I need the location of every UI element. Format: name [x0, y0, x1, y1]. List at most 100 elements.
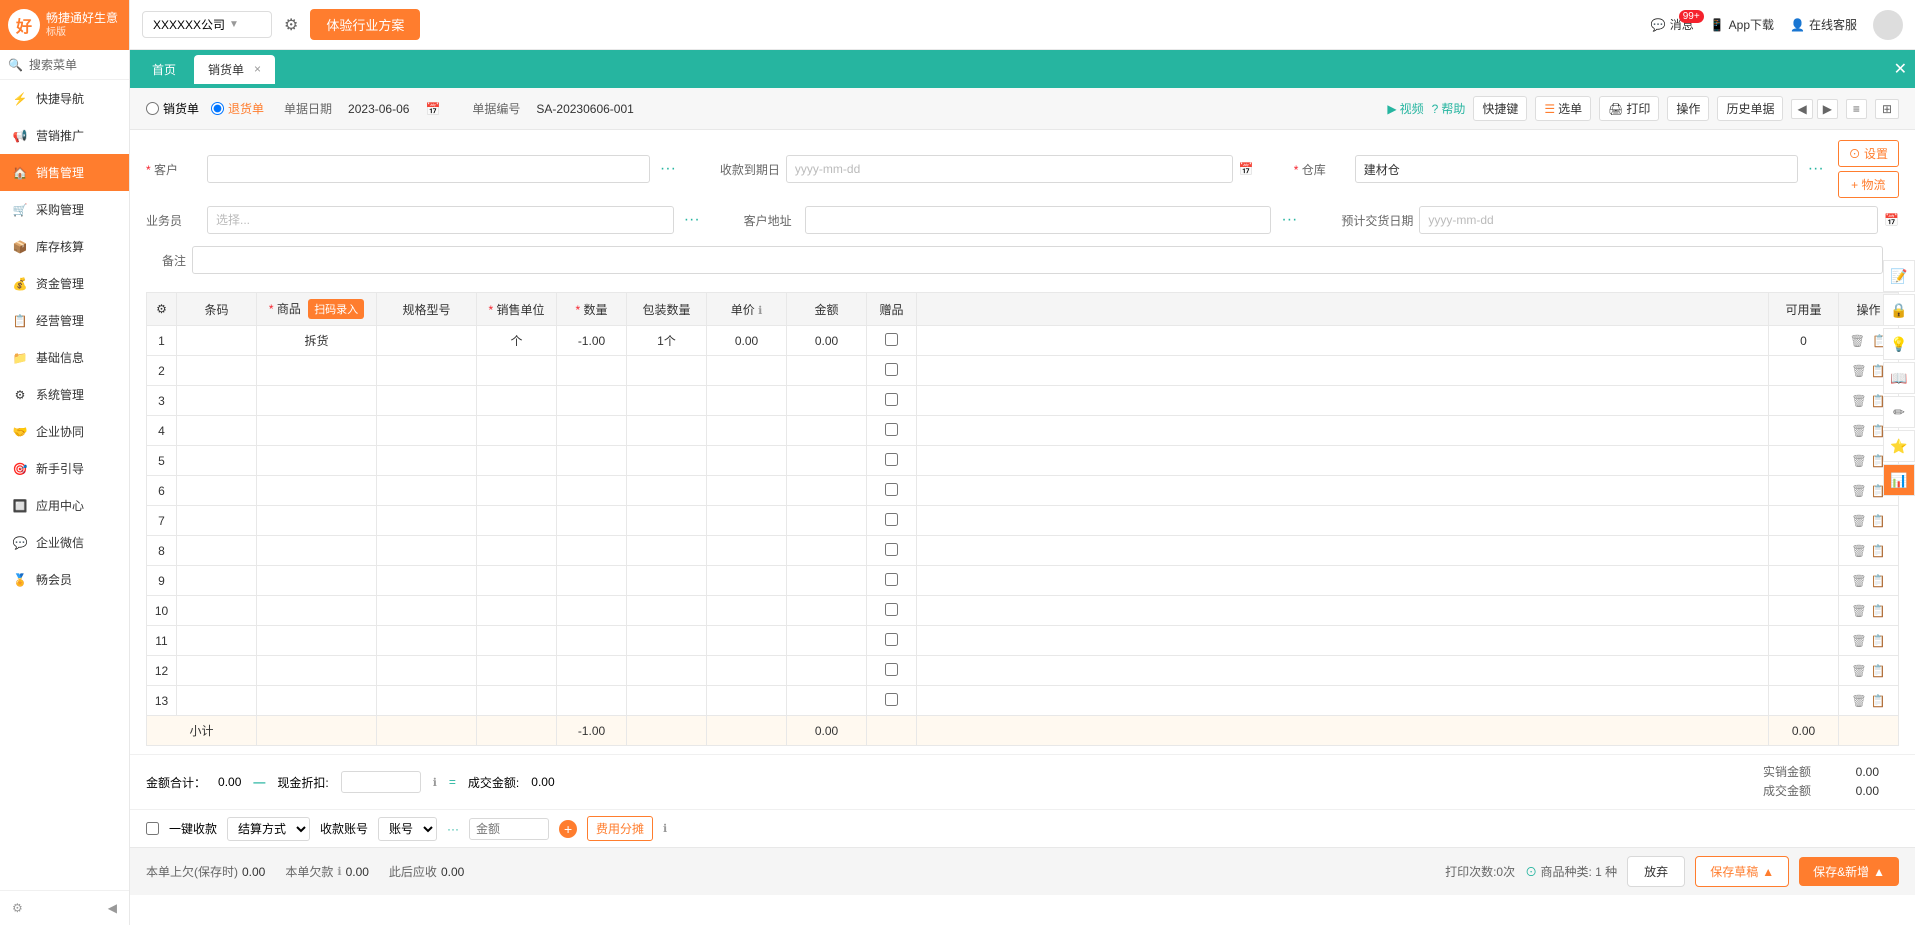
- float-icon-5[interactable]: ✏: [1883, 396, 1915, 428]
- delete-icon-3[interactable]: 🗑: [1851, 394, 1866, 408]
- delete-icon-1[interactable]: 🗑: [1850, 334, 1865, 348]
- sidebar-item-inventory[interactable]: 📦 库存核算: [0, 228, 129, 265]
- gift-checkbox-8[interactable]: [885, 543, 898, 556]
- gift-checkbox-7[interactable]: [885, 513, 898, 526]
- radio-sale-order[interactable]: 销货单: [146, 100, 199, 117]
- float-icon-4[interactable]: 📖: [1883, 362, 1915, 394]
- row-qty-1[interactable]: -1.00: [557, 326, 627, 356]
- float-icon-1[interactable]: 📝: [1883, 260, 1915, 292]
- sidebar-item-member[interactable]: 🏅 畅会员: [0, 561, 129, 598]
- prev-arrow[interactable]: ◀: [1791, 99, 1812, 119]
- salesperson-input[interactable]: [207, 206, 674, 234]
- expected-date-cal-icon[interactable]: 📅: [1884, 213, 1899, 227]
- one-click-checkbox[interactable]: [146, 822, 159, 835]
- delete-icon-4[interactable]: 🗑: [1851, 424, 1866, 438]
- radio-return-order[interactable]: 退货单: [211, 100, 264, 117]
- next-arrow[interactable]: ▶: [1817, 99, 1838, 119]
- save-draft-chevron[interactable]: ▲: [1762, 865, 1774, 879]
- expense-btn[interactable]: 费用分摊: [587, 816, 653, 841]
- expected-date-input[interactable]: [1419, 206, 1878, 234]
- sidebar-item-quick-nav[interactable]: ⚡ 快捷导航: [0, 80, 129, 117]
- row-spec-1[interactable]: [377, 326, 477, 356]
- row-gift-1[interactable]: [867, 326, 917, 356]
- tab-home[interactable]: 首页: [138, 55, 190, 84]
- copy-icon-10[interactable]: 📋: [1871, 604, 1886, 618]
- sidebar-item-finance[interactable]: 💰 资金管理: [0, 265, 129, 302]
- delete-icon-13[interactable]: 🗑: [1851, 694, 1866, 708]
- message-button[interactable]: 💬 消息 99+: [1651, 16, 1694, 33]
- float-icon-3[interactable]: 💡: [1883, 328, 1915, 360]
- customer-addr-dots-icon[interactable]: ···: [1277, 211, 1301, 229]
- topbar-gear-icon[interactable]: ⚙: [280, 11, 302, 39]
- delete-icon-12[interactable]: 🗑: [1851, 664, 1866, 678]
- gift-checkbox-9[interactable]: [885, 573, 898, 586]
- grid-view-btn[interactable]: ⊞: [1875, 99, 1899, 119]
- delete-icon-11[interactable]: 🗑: [1851, 634, 1866, 648]
- add-payment-btn[interactable]: +: [559, 820, 577, 838]
- shortcut-btn[interactable]: 快捷键: [1473, 96, 1527, 121]
- scan-btn[interactable]: 扫码录入: [308, 299, 364, 319]
- save-draft-button[interactable]: 保存草稿 ▲: [1695, 856, 1789, 887]
- row-price-1[interactable]: 0.00: [707, 326, 787, 356]
- gift-checkbox-4[interactable]: [885, 423, 898, 436]
- customer-input[interactable]: [207, 155, 650, 183]
- gift-checkbox-5[interactable]: [885, 453, 898, 466]
- warehouse-input[interactable]: [1355, 155, 1798, 183]
- gift-checkbox-6[interactable]: [885, 483, 898, 496]
- warehouse-dots-icon[interactable]: ···: [1804, 160, 1828, 178]
- copy-icon-9[interactable]: 📋: [1871, 574, 1886, 588]
- payment-amount-input[interactable]: [469, 818, 549, 840]
- save-new-button[interactable]: 保存&新增 ▲: [1799, 857, 1899, 886]
- sidebar-collapse-icon[interactable]: ◀: [108, 901, 117, 915]
- gift-checkbox-12[interactable]: [885, 663, 898, 676]
- copy-icon-11[interactable]: 📋: [1871, 634, 1886, 648]
- float-icon-2[interactable]: 🔒: [1883, 294, 1915, 326]
- delete-icon-9[interactable]: 🗑: [1851, 574, 1866, 588]
- delete-icon-7[interactable]: 🗑: [1851, 514, 1866, 528]
- copy-icon-7[interactable]: 📋: [1871, 514, 1886, 528]
- delete-icon-6[interactable]: 🗑: [1851, 484, 1866, 498]
- logistics-button[interactable]: + 物流: [1838, 171, 1899, 198]
- setting-button[interactable]: ⊙ 设置: [1838, 140, 1899, 167]
- operation-btn[interactable]: 操作: [1667, 96, 1709, 121]
- help-link[interactable]: ? 帮助: [1432, 100, 1466, 117]
- calendar-icon[interactable]: 📅: [425, 102, 440, 116]
- sidebar-item-enterprise[interactable]: 🤝 企业协同: [0, 413, 129, 450]
- gift-checkbox-11[interactable]: [885, 633, 898, 646]
- th-gear[interactable]: ⚙: [147, 293, 177, 326]
- gift-checkbox-1[interactable]: [885, 333, 898, 346]
- radio-sale-input[interactable]: [146, 102, 159, 115]
- row-barcode-1[interactable]: [177, 326, 257, 356]
- tabbar-close-icon[interactable]: ✕: [1894, 59, 1907, 79]
- copy-icon-8[interactable]: 📋: [1871, 544, 1886, 558]
- sidebar-item-basic[interactable]: 📁 基础信息: [0, 339, 129, 376]
- payment-account-select[interactable]: 账号: [378, 817, 437, 841]
- sidebar-settings-icon[interactable]: ⚙: [12, 901, 23, 915]
- remark-input[interactable]: [192, 246, 1883, 274]
- company-selector[interactable]: XXXXXX公司 ▼: [142, 11, 272, 38]
- gift-checkbox-10[interactable]: [885, 603, 898, 616]
- tab-close-icon[interactable]: ×: [254, 62, 261, 76]
- copy-icon-12[interactable]: 📋: [1871, 664, 1886, 678]
- customer-addr-input[interactable]: [805, 206, 1272, 234]
- save-new-chevron[interactable]: ▲: [1873, 865, 1885, 879]
- payment-date-input[interactable]: [786, 155, 1233, 183]
- delete-icon-8[interactable]: 🗑: [1851, 544, 1866, 558]
- list-view-btn[interactable]: ≡: [1846, 99, 1867, 119]
- copy-icon-13[interactable]: 📋: [1871, 694, 1886, 708]
- tab-sale-order[interactable]: 销货单 ×: [194, 55, 275, 84]
- search-menu[interactable]: 🔍 搜索菜单: [0, 50, 129, 80]
- discount-input[interactable]: [341, 771, 421, 793]
- select-btn[interactable]: ☰ 选单: [1535, 96, 1591, 121]
- gift-checkbox-3[interactable]: [885, 393, 898, 406]
- sidebar-item-app-center[interactable]: 🔲 应用中心: [0, 487, 129, 524]
- float-icon-7[interactable]: 📊: [1883, 464, 1915, 496]
- app-download-button[interactable]: 📱 App下载: [1710, 16, 1774, 33]
- print-btn[interactable]: 🖨 打印: [1599, 96, 1659, 121]
- video-link[interactable]: ▶ 视频: [1387, 100, 1423, 117]
- sidebar-item-purchase[interactable]: 🛒 采购管理: [0, 191, 129, 228]
- gift-checkbox-2[interactable]: [885, 363, 898, 376]
- sidebar-item-marketing[interactable]: 📢 营销推广: [0, 117, 129, 154]
- float-icon-6[interactable]: ⭐: [1883, 430, 1915, 462]
- customer-dots-icon[interactable]: ···: [656, 160, 680, 178]
